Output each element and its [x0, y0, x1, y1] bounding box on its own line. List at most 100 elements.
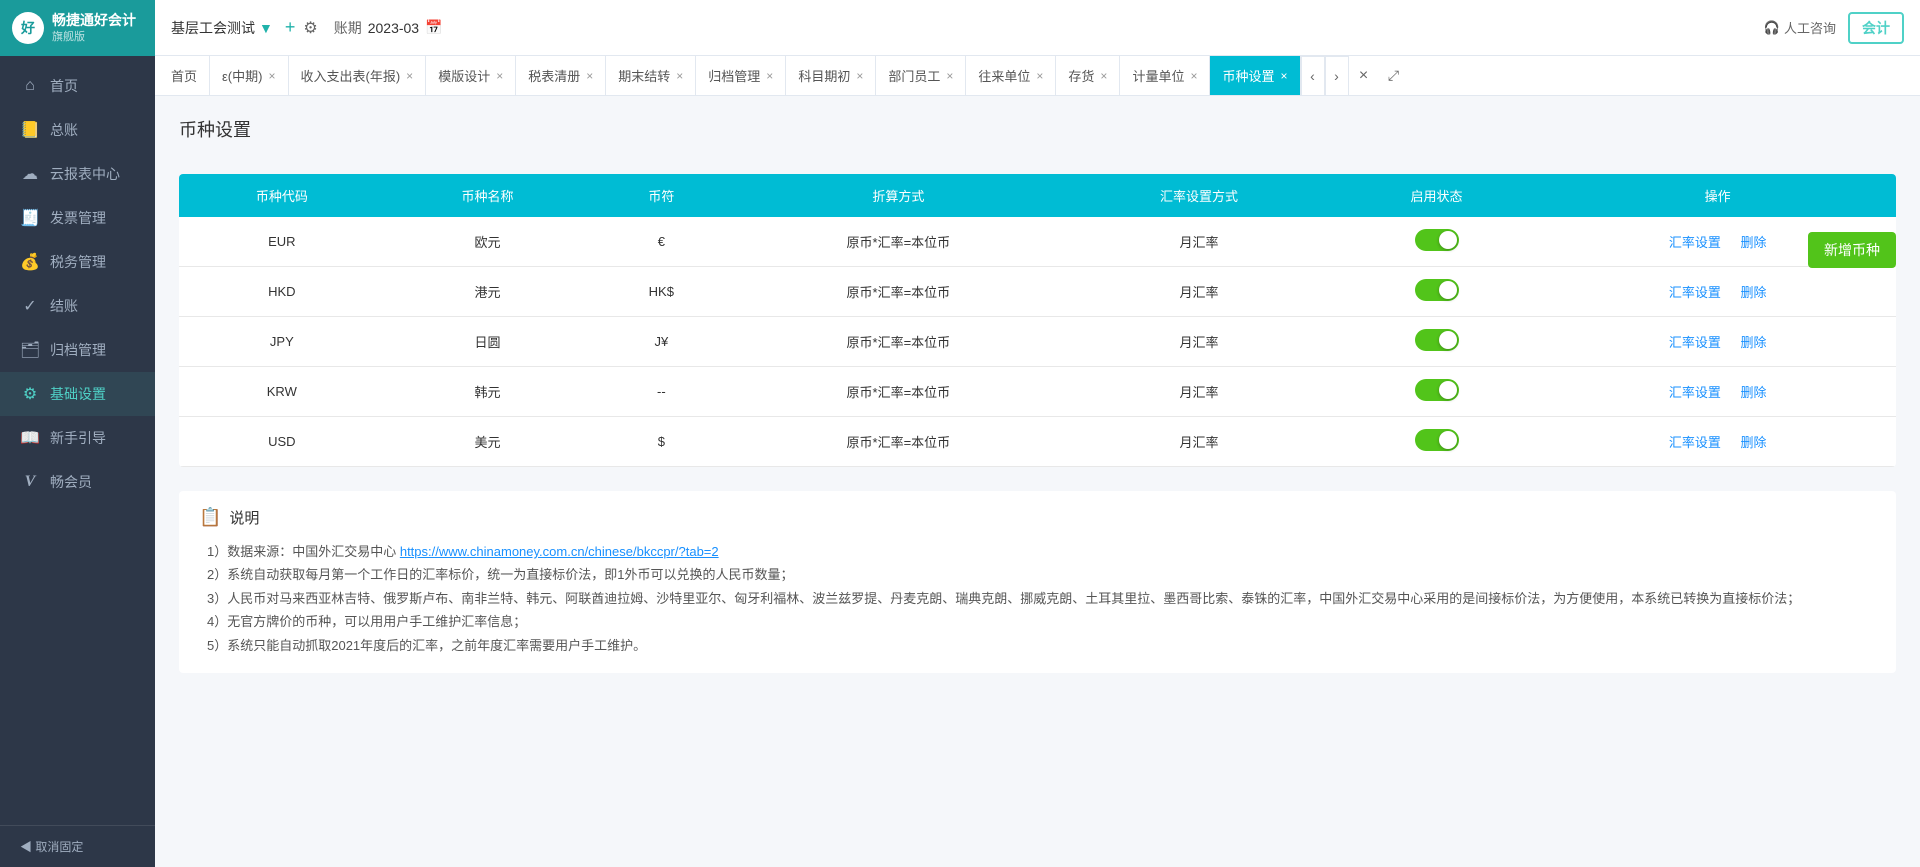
tab-tax-list[interactable]: 税表清册 ×: [516, 56, 606, 96]
tab-template[interactable]: 模版设计 ×: [426, 56, 516, 96]
sidebar-item-home[interactable]: ⌂ 首页: [0, 64, 155, 108]
sidebar-item-reports[interactable]: ☁ 云报表中心: [0, 152, 155, 196]
tab-close-icon[interactable]: ×: [268, 69, 275, 83]
tab-close-icon[interactable]: ×: [1280, 69, 1287, 83]
cell-calc: 原币*汇率=本位币: [732, 367, 1064, 417]
company-settings-icon[interactable]: ⚙: [303, 18, 317, 38]
tab-close-icon[interactable]: ×: [946, 69, 953, 83]
calendar-icon[interactable]: 📅: [425, 19, 442, 36]
delete-link[interactable]: 删除: [1741, 435, 1767, 450]
tab-close-icon[interactable]: ×: [1036, 69, 1043, 83]
tab-archive[interactable]: 归档管理 ×: [696, 56, 786, 96]
currency-table: 币种代码 币种名称 币符 折算方式 汇率设置方式 启用状态 操作 EUR 欧元 …: [179, 174, 1896, 467]
tab-unit[interactable]: 计量单位 ×: [1120, 56, 1210, 96]
tab-label: 往来单位: [978, 66, 1030, 85]
tab-inventory[interactable]: 存货 ×: [1056, 56, 1120, 96]
tab-label: 计量单位: [1132, 66, 1184, 85]
add-company-button[interactable]: +: [285, 17, 296, 38]
status-toggle[interactable]: [1415, 429, 1459, 451]
logo-icon: 好: [12, 12, 44, 44]
tab-maximize-button[interactable]: ⤢: [1379, 56, 1409, 96]
tab-close-icon[interactable]: ×: [856, 69, 863, 83]
cell-rate-type: 月汇率: [1064, 417, 1333, 467]
tab-annual-report[interactable]: 收入支出表(年报) ×: [289, 56, 427, 96]
sidebar-item-archive[interactable]: 🗂 归档管理: [0, 328, 155, 372]
ledger-icon: 📒: [20, 120, 40, 140]
tab-label: 币种设置: [1222, 66, 1274, 85]
sidebar-item-member[interactable]: V 畅会员: [0, 460, 155, 504]
status-toggle[interactable]: [1415, 279, 1459, 301]
table-row: EUR 欧元 € 原币*汇率=本位币 月汇率 汇率设置 删除: [179, 217, 1896, 267]
topbar-right: 🎧 人工咨询 会计: [1764, 12, 1904, 44]
closing-icon: ✓: [20, 296, 40, 316]
sidebar-item-guide[interactable]: 📖 新手引导: [0, 416, 155, 460]
tab-close-icon[interactable]: ×: [766, 69, 773, 83]
company-selector[interactable]: 基层工会测试 ▼: [171, 18, 273, 38]
add-currency-button[interactable]: 新增币种: [1808, 232, 1896, 268]
sidebar-item-tax[interactable]: 💰 税务管理: [0, 240, 155, 284]
delete-link[interactable]: 删除: [1741, 335, 1767, 350]
rate-settings-link[interactable]: 汇率设置: [1669, 435, 1721, 450]
service-button[interactable]: 🎧 人工咨询: [1764, 18, 1836, 37]
cell-symbol: HK$: [590, 267, 732, 317]
tab-label: 收入支出表(年报): [301, 66, 401, 85]
tab-home[interactable]: 首页: [159, 56, 210, 96]
tab-close-icon[interactable]: ×: [1190, 69, 1197, 83]
delete-link[interactable]: 删除: [1741, 385, 1767, 400]
col-symbol: 币符: [590, 174, 732, 217]
delete-link[interactable]: 删除: [1741, 235, 1767, 250]
headphone-icon: 🎧: [1764, 20, 1780, 36]
tab-currency[interactable]: 币种设置 ×: [1210, 56, 1300, 96]
sidebar-item-label: 总账: [50, 120, 78, 140]
table-body: EUR 欧元 € 原币*汇率=本位币 月汇率 汇率设置 删除 HKD 港元 HK…: [179, 217, 1896, 467]
tab-close-icon[interactable]: ×: [406, 69, 413, 83]
tab-close-icon[interactable]: ×: [1100, 69, 1107, 83]
account-button[interactable]: 会计: [1848, 12, 1904, 44]
tab-period-transfer[interactable]: 期末结转 ×: [606, 56, 696, 96]
sidebar-item-settings[interactable]: ⚙ 基础设置: [0, 372, 155, 416]
cell-rate-type: 月汇率: [1064, 267, 1333, 317]
sidebar-item-ledger[interactable]: 📒 总账: [0, 108, 155, 152]
notes-item: 1）数据来源：中国外汇交易中心 https://www.chinamoney.c…: [207, 540, 1876, 563]
rate-settings-link[interactable]: 汇率设置: [1669, 285, 1721, 300]
tab-prev-button[interactable]: ‹: [1301, 56, 1325, 96]
sidebar-item-closing[interactable]: ✓ 结账: [0, 284, 155, 328]
member-icon: V: [20, 473, 40, 491]
rate-settings-link[interactable]: 汇率设置: [1669, 335, 1721, 350]
cell-rate-type: 月汇率: [1064, 367, 1333, 417]
delete-link[interactable]: 删除: [1741, 285, 1767, 300]
cell-rate-type: 月汇率: [1064, 217, 1333, 267]
cell-calc: 原币*汇率=本位币: [732, 317, 1064, 367]
status-toggle[interactable]: [1415, 329, 1459, 351]
tab-subject-init[interactable]: 科目期初 ×: [786, 56, 876, 96]
sidebar-footer[interactable]: ◀ 取消固定: [0, 825, 155, 867]
rate-settings-link[interactable]: 汇率设置: [1669, 385, 1721, 400]
tab-close-icon[interactable]: ×: [496, 69, 503, 83]
cell-symbol: J¥: [590, 317, 732, 367]
cell-status: [1334, 317, 1540, 367]
notes-link[interactable]: https://www.chinamoney.com.cn/chinese/bk…: [400, 544, 719, 559]
notes-icon: 📋: [199, 507, 221, 528]
sidebar-item-invoice[interactable]: 🧾 发票管理: [0, 196, 155, 240]
notes-item: 3）人民币对马来西亚林吉特、俄罗斯卢布、南非兰特、韩元、阿联酋迪拉姆、沙特里亚尔…: [207, 587, 1876, 610]
tab-dept-staff[interactable]: 部门员工 ×: [876, 56, 966, 96]
page-content: 币种设置 新增币种 币种代码 币种名称 币符 折算方式 汇率设置方式 启用状态 …: [155, 96, 1920, 867]
tab-midterm[interactable]: ε(中期) ×: [210, 56, 288, 96]
rate-settings-link[interactable]: 汇率设置: [1669, 235, 1721, 250]
cell-status: [1334, 367, 1540, 417]
sidebar-item-label: 新手引导: [50, 428, 106, 448]
notes-item: 4）无官方牌价的币种，可以用用户手工维护汇率信息；: [207, 610, 1876, 633]
topbar: 基层工会测试 ▼ + ⚙ 账期 2023-03 📅 🎧 人工咨询 会计: [155, 0, 1920, 56]
tab-label: 税表清册: [528, 66, 580, 85]
tab-close-icon[interactable]: ×: [586, 69, 593, 83]
company-name: 基层工会测试: [171, 18, 255, 38]
logo-title: 畅捷通好会计: [52, 12, 136, 29]
tab-contacts[interactable]: 往来单位 ×: [966, 56, 1056, 96]
col-actions: 操作: [1539, 174, 1896, 217]
tab-close-all-button[interactable]: ×: [1349, 56, 1379, 96]
status-toggle[interactable]: [1415, 379, 1459, 401]
col-name: 币种名称: [385, 174, 591, 217]
tab-close-icon[interactable]: ×: [676, 69, 683, 83]
tab-next-button[interactable]: ›: [1325, 56, 1349, 96]
status-toggle[interactable]: [1415, 229, 1459, 251]
